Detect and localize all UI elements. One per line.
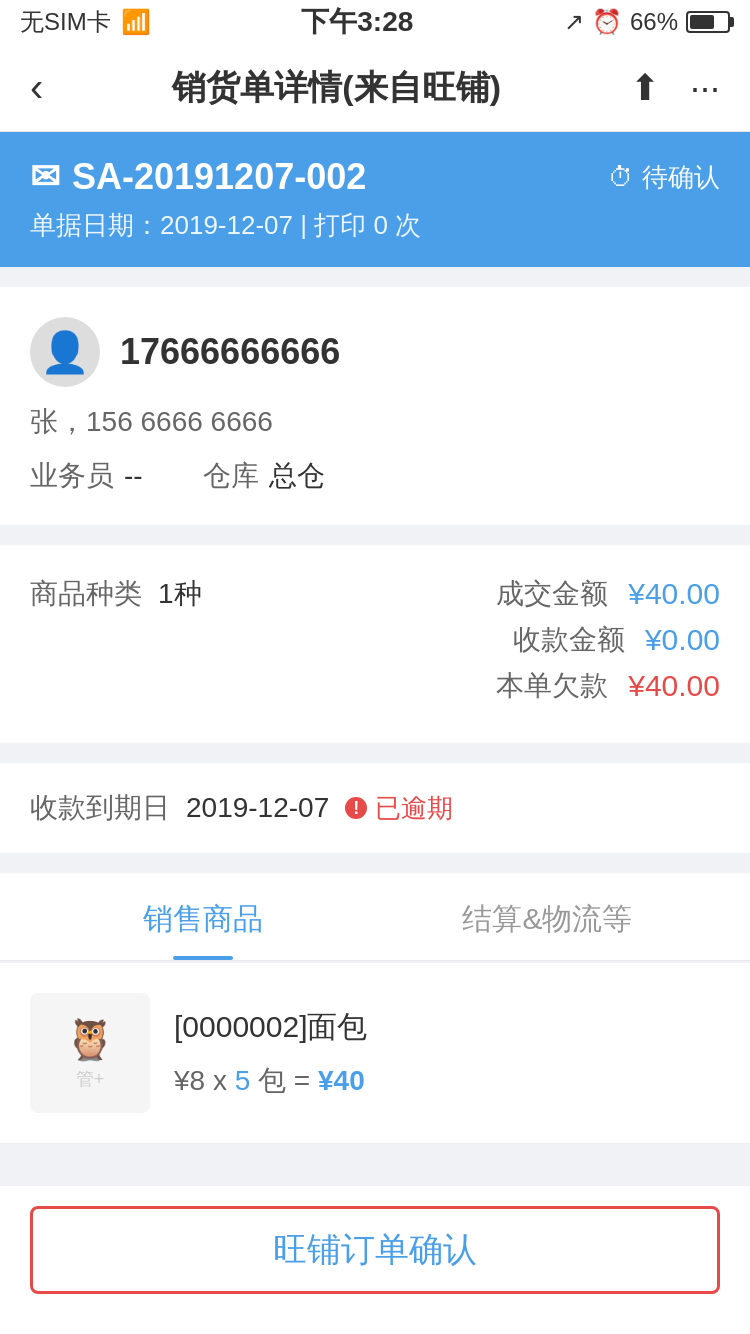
product-thumbnail: 🦉 管+ xyxy=(30,993,150,1113)
summary-left: 商品种类 1种 xyxy=(30,575,202,613)
back-button[interactable]: ‹ xyxy=(30,65,43,110)
salesperson-label: 业务员 xyxy=(30,457,114,495)
summary-right: 成交金额 ¥40.00 收款金额 ¥0.00 本单欠款 ¥40.00 xyxy=(496,575,720,713)
share-icon[interactable]: ⬆ xyxy=(630,67,660,109)
location-icon: ↗ xyxy=(564,8,584,36)
battery-icon xyxy=(686,11,730,33)
avatar-icon: 👤 xyxy=(40,329,90,376)
print-text: 打印 0 次 xyxy=(314,210,421,240)
page-title: 销货单详情(来自旺铺) xyxy=(172,65,501,111)
amount-label: 成交金额 xyxy=(496,575,608,613)
product-quantity: 5 xyxy=(235,1065,251,1096)
alarm-icon: ⏰ xyxy=(592,8,622,36)
product-equals: = xyxy=(294,1065,318,1096)
warehouse-item: 仓库 总仓 xyxy=(203,457,325,495)
summary-row: 商品种类 1种 成交金额 ¥40.00 收款金额 ¥0.00 本单欠款 ¥40.… xyxy=(30,575,720,713)
customer-meta: 业务员 -- 仓库 总仓 xyxy=(30,457,720,495)
product-thumb-brand: 管+ xyxy=(76,1067,105,1091)
status-time: 下午3:28 xyxy=(301,3,413,41)
order-header-top: ✉ SA-20191207-002 ⏱ 待确认 xyxy=(30,156,720,198)
nav-bar: ‹ 销货单详情(来自旺铺) ⬆ ··· xyxy=(0,44,750,132)
product-list: 🦉 管+ [0000002]面包 ¥8 x 5 包 = ¥40 xyxy=(0,963,750,1144)
warehouse-label: 仓库 xyxy=(203,457,259,495)
product-item: 🦉 管+ [0000002]面包 ¥8 x 5 包 = ¥40 xyxy=(0,963,750,1144)
product-price: ¥8 xyxy=(174,1065,205,1096)
status-bar: 无SIM卡 📶 下午3:28 ↗ ⏰ 66% xyxy=(0,0,750,44)
overdue-dot-icon: ! xyxy=(345,797,367,819)
avatar: 👤 xyxy=(30,317,100,387)
confirm-order-button[interactable]: 旺铺订单确认 xyxy=(30,1206,720,1294)
order-envelope-icon: ✉ xyxy=(30,156,60,198)
status-left: 无SIM卡 📶 xyxy=(20,6,151,38)
order-number-text: SA-20191207-002 xyxy=(72,156,366,198)
product-unit: 包 xyxy=(258,1065,286,1096)
product-multiplier: x xyxy=(213,1065,235,1096)
customer-info: 张，156 6666 6666 xyxy=(30,403,720,441)
date-label: 单据日期： xyxy=(30,210,160,240)
warehouse-value: 总仓 xyxy=(269,457,325,495)
order-header: ✉ SA-20191207-002 ⏱ 待确认 单据日期：2019-12-07 … xyxy=(0,132,750,267)
product-details: [0000002]面包 ¥8 x 5 包 = ¥40 xyxy=(174,1007,720,1100)
carrier-label: 无SIM卡 xyxy=(20,6,111,38)
customer-top: 👤 17666666666 xyxy=(30,317,720,387)
tab-settlement-label: 结算&物流等 xyxy=(462,902,632,935)
overdue-exclamation: ! xyxy=(353,798,359,819)
customer-card: 👤 17666666666 张，156 6666 6666 业务员 -- 仓库 … xyxy=(0,287,750,525)
nav-actions: ⬆ ··· xyxy=(630,67,720,109)
date-separator: | xyxy=(300,210,314,240)
payment-row: 收款金额 ¥0.00 xyxy=(496,621,720,659)
wifi-icon: 📶 xyxy=(121,8,151,36)
owl-eyes: 🦉 xyxy=(65,1016,115,1063)
overdue-text: 已逾期 xyxy=(375,791,453,826)
summary-card: 商品种类 1种 成交金额 ¥40.00 收款金额 ¥0.00 本单欠款 ¥40.… xyxy=(0,545,750,743)
bottom-bar: 旺铺订单确认 xyxy=(0,1186,750,1334)
salesperson-item: 业务员 -- xyxy=(30,457,143,495)
customer-phone: 17666666666 xyxy=(120,331,340,373)
overdue-badge: ! 已逾期 xyxy=(345,791,453,826)
order-date-value: 2019-12-07 xyxy=(160,210,293,240)
more-icon[interactable]: ··· xyxy=(690,67,720,109)
due-date-card: 收款到期日 2019-12-07 ! 已逾期 xyxy=(0,763,750,853)
amount-value: ¥40.00 xyxy=(628,577,720,611)
debt-row: 本单欠款 ¥40.00 xyxy=(496,667,720,705)
status-right: ↗ ⏰ 66% xyxy=(564,8,730,36)
product-total: ¥40 xyxy=(318,1065,365,1096)
product-type-count: 1种 xyxy=(158,575,202,613)
tab-products[interactable]: 销售商品 xyxy=(30,873,375,960)
battery-fill xyxy=(690,15,714,29)
payment-value: ¥0.00 xyxy=(645,623,720,657)
payment-label: 收款金额 xyxy=(513,621,625,659)
salesperson-value: -- xyxy=(124,460,143,492)
status-text: 待确认 xyxy=(642,160,720,195)
battery-percent: 66% xyxy=(630,8,678,36)
order-date-row: 单据日期：2019-12-07 | 打印 0 次 xyxy=(30,208,720,243)
product-type: 商品种类 1种 xyxy=(30,575,202,613)
amount-row: 成交金额 ¥40.00 xyxy=(496,575,720,613)
product-name: [0000002]面包 xyxy=(174,1007,720,1048)
debt-value: ¥40.00 xyxy=(628,669,720,703)
tabs-container: 销售商品 结算&物流等 xyxy=(0,873,750,961)
debt-label: 本单欠款 xyxy=(496,667,608,705)
tab-settlement[interactable]: 结算&物流等 xyxy=(375,873,720,960)
product-calc: ¥8 x 5 包 = ¥40 xyxy=(174,1062,720,1100)
tabs: 销售商品 结算&物流等 xyxy=(0,873,750,960)
due-date-value: 2019-12-07 xyxy=(186,792,329,824)
order-status: ⏱ 待确认 xyxy=(608,160,720,195)
due-date-label: 收款到期日 xyxy=(30,789,170,827)
product-type-label: 商品种类 xyxy=(30,575,142,613)
product-owl-icon: 🦉 管+ xyxy=(65,1016,115,1091)
clock-icon: ⏱ xyxy=(608,162,634,193)
tab-products-label: 销售商品 xyxy=(143,902,263,935)
order-number: ✉ SA-20191207-002 xyxy=(30,156,366,198)
